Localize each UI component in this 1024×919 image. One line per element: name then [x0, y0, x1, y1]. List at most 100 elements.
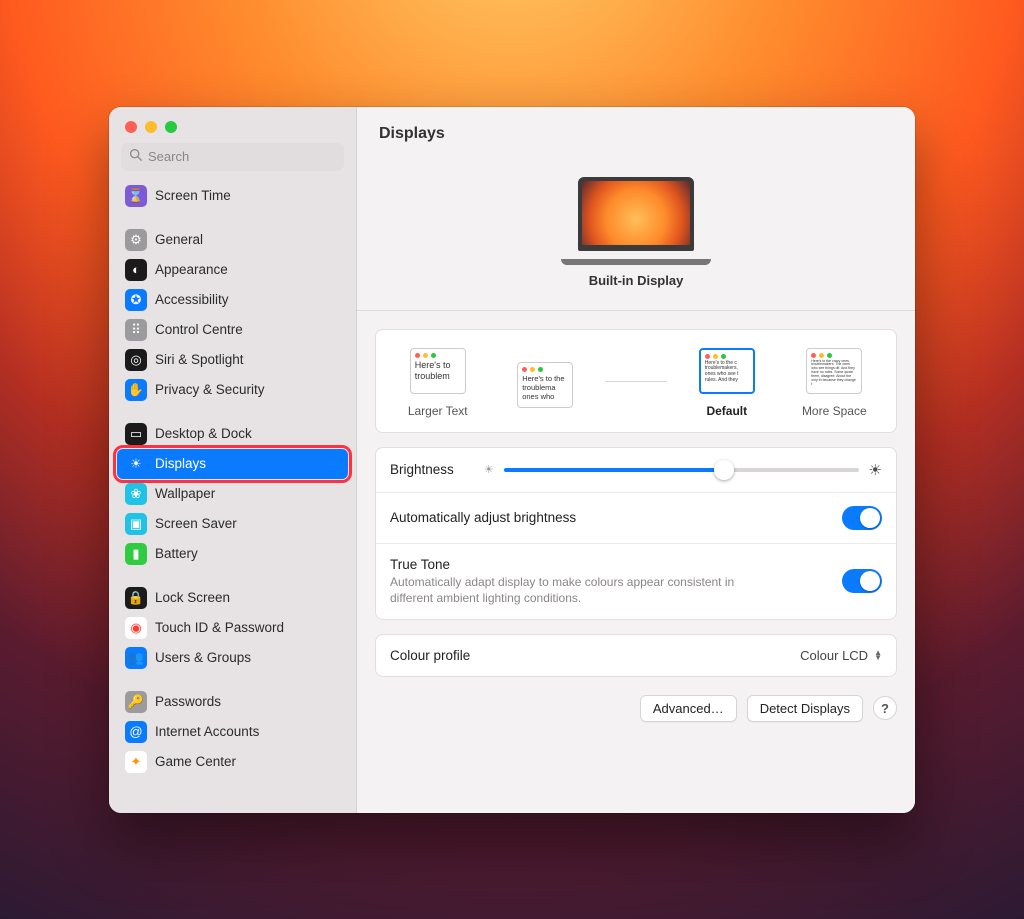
detect-displays-button[interactable]: Detect Displays — [747, 695, 863, 722]
privacy-security-icon: ✋ — [125, 379, 147, 401]
sidebar-item-label: Desktop & Dock — [155, 426, 252, 441]
close-window-button[interactable] — [125, 121, 137, 133]
passwords-icon: 🔑 — [125, 691, 147, 713]
resolution-thumb: Here's to the crazy ones, troublemakers.… — [806, 348, 862, 394]
true-tone-description: Automatically adapt display to make colo… — [390, 574, 750, 606]
sidebar-item-wallpaper[interactable]: ❀ Wallpaper — [117, 479, 348, 509]
sidebar-item-battery[interactable]: ▮ Battery — [117, 539, 348, 569]
siri-spotlight-icon: ◎ — [125, 349, 147, 371]
sidebar-item-label: Lock Screen — [155, 590, 230, 605]
sidebar-item-displays[interactable]: ☀ Displays — [117, 449, 348, 479]
sidebar-item-label: Wallpaper — [155, 486, 215, 501]
search-input[interactable] — [148, 149, 336, 164]
accessibility-icon: ✪ — [125, 289, 147, 311]
internet-accounts-icon: @ — [125, 721, 147, 743]
sidebar-item-screen-time[interactable]: ⌛Screen Time — [117, 181, 348, 211]
help-button[interactable]: ? — [873, 696, 897, 720]
resolution-spacer — [605, 360, 667, 382]
true-tone-label: True Tone — [390, 557, 750, 572]
sidebar-item-privacy-security[interactable]: ✋ Privacy & Security — [117, 375, 348, 405]
brightness-slider[interactable] — [504, 468, 859, 472]
display-preview: Built-in Display — [357, 157, 915, 306]
resolution-label: Default — [706, 404, 747, 418]
colour-profile-label: Colour profile — [390, 648, 470, 663]
sidebar-item-label: Accessibility — [155, 292, 229, 307]
desktop-dock-icon: ▭ — [125, 423, 147, 445]
true-tone-toggle[interactable] — [842, 569, 882, 593]
sidebar-item-control-centre[interactable]: ⠿ Control Centre — [117, 315, 348, 345]
sidebar: ⌛Screen Time ⚙ General ◐ Appearance ✪ Accessib… — [109, 107, 357, 813]
resolution-label: More Space — [802, 404, 867, 418]
select-chevron-icon: ▲▼ — [874, 650, 882, 660]
wallpaper-icon: ❀ — [125, 483, 147, 505]
auto-brightness-row: Automatically adjust brightness — [376, 493, 896, 544]
sidebar-item-label: General — [155, 232, 203, 247]
search-field[interactable] — [121, 143, 344, 171]
brightness-low-icon: ☀ — [484, 463, 494, 476]
resolution-thumb: Here's to the troublema ones who — [517, 362, 573, 408]
advanced-button[interactable]: Advanced… — [640, 695, 737, 722]
auto-brightness-toggle[interactable] — [842, 506, 882, 530]
sidebar-item-screen-saver[interactable]: ▣ Screen Saver — [117, 509, 348, 539]
displays-icon: ☀ — [125, 453, 147, 475]
sidebar-item-touch-id-password[interactable]: ◉ Touch ID & Password — [117, 613, 348, 643]
sidebar-item-label: Battery — [155, 546, 198, 561]
sidebar-item-desktop-dock[interactable]: ▭ Desktop & Dock — [117, 419, 348, 449]
resolution-option-step-1[interactable]: Here's to the troublema ones who — [493, 362, 596, 418]
page-title: Displays — [379, 125, 893, 143]
resolution-thumb: Here's to troublem — [410, 348, 466, 394]
touch-id-password-icon: ◉ — [125, 617, 147, 639]
colour-profile-panel: Colour profile Colour LCD ▲▼ — [375, 634, 897, 677]
sidebar-item-label: Displays — [155, 456, 206, 471]
brightness-row: Brightness ☀ ☀ — [376, 448, 896, 493]
auto-brightness-label: Automatically adjust brightness — [390, 510, 576, 525]
sidebar-item-label: Privacy & Security — [155, 382, 265, 397]
resolution-option-default[interactable]: Here's to the c troublemakers, ones who … — [675, 348, 778, 418]
resolution-option-larger-text[interactable]: Here's to troublem Larger Text — [386, 348, 489, 418]
resolution-thumb: Here's to the c troublemakers, ones who … — [699, 348, 755, 394]
sidebar-item-label: Users & Groups — [155, 650, 251, 665]
minimize-window-button[interactable] — [145, 121, 157, 133]
general-icon: ⚙ — [125, 229, 147, 251]
colour-profile-select[interactable]: Colour LCD ▲▼ — [800, 648, 882, 663]
search-icon — [129, 148, 142, 166]
sidebar-item-label: Touch ID & Password — [155, 620, 284, 635]
sidebar-item-label: Control Centre — [155, 322, 243, 337]
sidebar-item-lock-screen[interactable]: 🔒Lock Screen — [117, 583, 348, 613]
brightness-high-icon: ☀ — [869, 461, 882, 479]
main-content: Displays Built-in Display Here's to trou… — [357, 107, 915, 813]
sidebar-item-users-groups[interactable]: 👥 Users & Groups — [117, 643, 348, 673]
sidebar-item-label: Screen Saver — [155, 516, 237, 531]
screen-saver-icon: ▣ — [125, 513, 147, 535]
appearance-icon: ◐ — [125, 259, 147, 281]
sidebar-item-label: Internet Accounts — [155, 724, 259, 739]
users-groups-icon: 👥 — [125, 647, 147, 669]
brightness-label: Brightness — [390, 462, 454, 477]
sidebar-item-general[interactable]: ⚙ General — [117, 225, 348, 255]
sidebar-item-siri-spotlight[interactable]: ◎ Siri & Spotlight — [117, 345, 348, 375]
display-name: Built-in Display — [589, 273, 684, 288]
sidebar-item-label: Appearance — [155, 262, 228, 277]
sidebar-item-passwords[interactable]: 🔑 Passwords — [117, 687, 348, 717]
resolution-label: Larger Text — [408, 404, 468, 418]
sidebar-item-internet-accounts[interactable]: @ Internet Accounts — [117, 717, 348, 747]
titlebar: Displays — [357, 107, 915, 157]
window-controls — [109, 107, 356, 143]
sidebar-item-label: Game Center — [155, 754, 236, 769]
battery-icon: ▮ — [125, 543, 147, 565]
game-center-icon: ✦ — [125, 751, 147, 773]
colour-profile-value: Colour LCD — [800, 648, 868, 663]
resolution-option-more-space[interactable]: Here's to the crazy ones, troublemakers.… — [783, 348, 886, 418]
sidebar-item-label: Screen Time — [155, 188, 231, 203]
sidebar-item-label: Siri & Spotlight — [155, 352, 244, 367]
control-centre-icon: ⠿ — [125, 319, 147, 341]
display-settings-panel: Brightness ☀ ☀ Automatically adjust brig… — [375, 447, 897, 620]
resolution-picker: Here's to troublemLarger TextHere's to t… — [375, 329, 897, 433]
sidebar-item-label: Passwords — [155, 694, 221, 709]
sidebar-item-game-center[interactable]: ✦ Game Center — [117, 747, 348, 777]
sidebar-item-accessibility[interactable]: ✪ Accessibility — [117, 285, 348, 315]
macbook-icon — [571, 177, 701, 261]
colour-profile-row: Colour profile Colour LCD ▲▼ — [376, 635, 896, 676]
sidebar-item-appearance[interactable]: ◐ Appearance — [117, 255, 348, 285]
zoom-window-button[interactable] — [165, 121, 177, 133]
